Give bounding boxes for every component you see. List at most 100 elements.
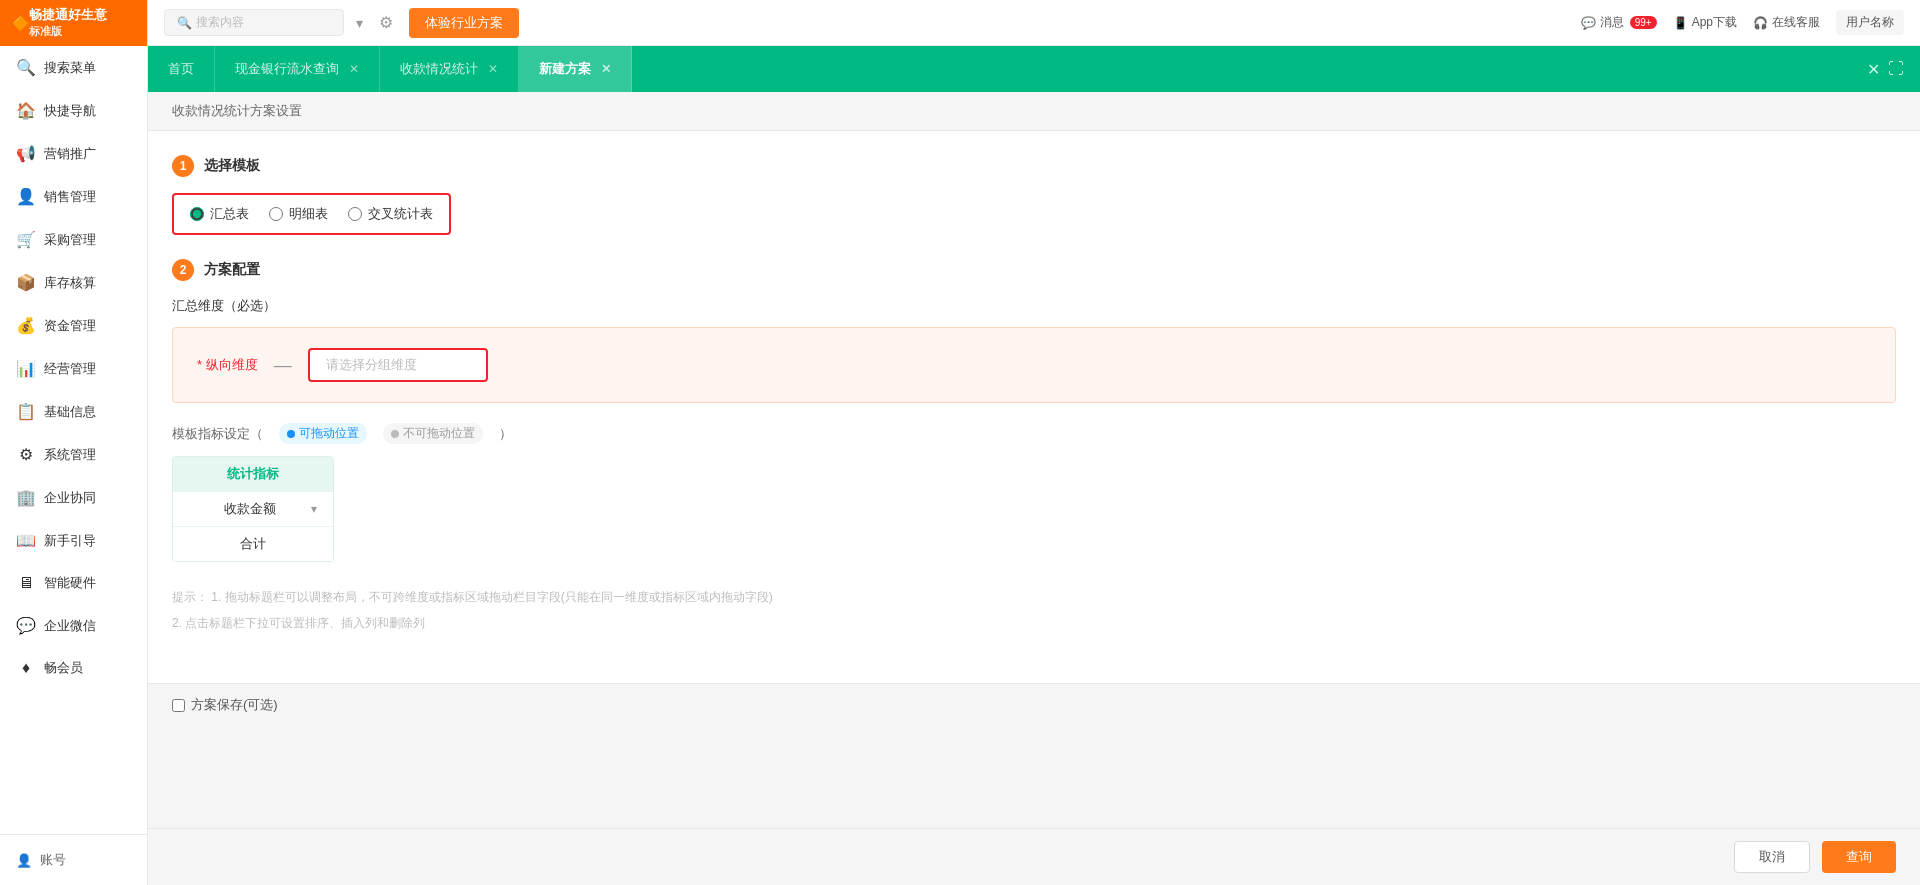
user-info[interactable]: 用户名称 [1836,10,1904,35]
sidebar-icon-1: 🏠 [16,101,36,120]
tabbar: 首页现金银行流水查询✕收款情况统计✕新建方案✕ ✕ ⛶ [148,46,1920,92]
close-tab-icon[interactable]: ✕ [1867,60,1880,79]
download-label: App下载 [1692,14,1737,31]
can-drag-badge: 可拖动位置 [279,423,367,444]
query-button[interactable]: 查询 [1822,841,1896,873]
metrics-amount-label: 收款金额 [189,500,311,518]
radio-detail-label: 明细表 [289,205,328,223]
sidebar-item-2[interactable]: 📢 营销推广 [0,132,147,175]
sidebar-item-9[interactable]: ⚙ 系统管理 [0,433,147,476]
metrics-dropdown-icon[interactable]: ▾ [311,502,317,516]
sidebar-icon-0: 🔍 [16,58,36,77]
user-label: 用户名称 [1846,15,1894,29]
metrics-row-total[interactable]: 合计 [173,526,333,561]
search-box[interactable]: 🔍 搜索内容 [164,9,344,36]
sidebar-item-5[interactable]: 📦 库存核算 [0,261,147,304]
step1-block: 1 选择模板 汇总表 明细表 交叉统计表 [172,155,1896,235]
radio-cross-input[interactable] [348,207,362,221]
sidebar-item-4[interactable]: 🛒 采购管理 [0,218,147,261]
tab-1[interactable]: 现金银行流水查询✕ [215,46,380,92]
save-checkbox-label[interactable]: 方案保存(可选) [172,696,278,714]
download-icon: 📱 [1673,16,1688,30]
step1-num: 1 [172,155,194,177]
radio-detail-input[interactable] [269,207,283,221]
content-area: 收款情况统计方案设置 1 选择模板 汇总表 明细表 [148,92,1920,828]
sidebar-item-12[interactable]: 🖥 智能硬件 [0,562,147,604]
dimension-row: * 纵向维度 — 请选择分组维度 [197,348,1871,382]
tab-actions: ✕ ⛶ [1851,46,1920,92]
app-edition: 标准版 [29,25,62,37]
sidebar-label-6: 资金管理 [44,317,96,335]
can-drag-dot [287,430,295,438]
metrics-label-prefix: 模板指标设定（ [172,425,263,443]
sidebar-icon-10: 🏢 [16,488,36,507]
sidebar-item-6[interactable]: 💰 资金管理 [0,304,147,347]
search-icon: 🔍 [177,16,192,30]
tab-2[interactable]: 收款情况统计✕ [380,46,519,92]
sidebar-icon-3: 👤 [16,187,36,206]
sidebar-item-0[interactable]: 🔍 搜索菜单 [0,46,147,89]
tab-3[interactable]: 新建方案✕ [519,46,632,92]
metrics-table-header: 统计指标 [173,457,333,491]
metrics-table: 统计指标 收款金额 ▾ 合计 [172,456,334,562]
message-icon: 💬 [1581,16,1596,30]
save-option-label: 方案保存(可选) [191,696,278,714]
sidebar-item-13[interactable]: 💬 企业微信 [0,604,147,647]
sidebar-label-0: 搜索菜单 [44,59,96,77]
metrics-header-label: 统计指标 [227,466,279,481]
metrics-row-amount[interactable]: 收款金额 ▾ [173,491,333,526]
sidebar-label-12: 智能硬件 [44,574,96,592]
sidebar-item-10[interactable]: 🏢 企业协同 [0,476,147,519]
bottom-bar: 取消 查询 [148,828,1920,885]
step2-header: 2 方案配置 [172,259,1896,281]
sidebar-label-13: 企业微信 [44,617,96,635]
tab-close-3[interactable]: ✕ [601,62,611,76]
save-checkbox[interactable] [172,699,185,712]
tab-close-1[interactable]: ✕ [349,62,359,76]
dimension-select[interactable]: 请选择分组维度 [308,348,488,382]
can-drag-label: 可拖动位置 [299,425,359,442]
sidebar-item-1[interactable]: 🏠 快捷导航 [0,89,147,132]
sidebar-item-14[interactable]: ♦ 畅会员 [0,647,147,689]
sidebar-item-11[interactable]: 📖 新手引导 [0,519,147,562]
tips-area: 提示： 1. 拖动标题栏可以调整布局，不可跨维度或指标区域拖动栏目字段(只能在同… [172,585,1896,635]
dimension-section-label: 汇总维度（必选） [172,297,1896,315]
message-item[interactable]: 💬 消息 99+ [1581,14,1657,31]
trial-btn[interactable]: 体验行业方案 [409,8,519,38]
service-item[interactable]: 🎧 在线客服 [1753,14,1820,31]
sidebar-icon-13: 💬 [16,616,36,635]
sidebar-bottom-help[interactable]: 👤 账号 [0,843,147,877]
tab-close-2[interactable]: ✕ [488,62,498,76]
sidebar: 🔶 畅捷通好生意 标准版 🔍 搜索菜单 🏠 快捷导航 📢 营销推广 👤 销售管理… [0,0,148,885]
sidebar-item-7[interactable]: 📊 经营管理 [0,347,147,390]
radio-summary[interactable]: 汇总表 [190,205,249,223]
radio-detail[interactable]: 明细表 [269,205,328,223]
topbar-right: 💬 消息 99+ 📱 App下载 🎧 在线客服 用户名称 [1581,10,1904,35]
dropdown-arrow[interactable]: ▾ [356,15,363,31]
step2-block: 2 方案配置 汇总维度（必选） * 纵向维度 — 请选择分组维度 [172,259,1896,635]
sidebar-icon-5: 📦 [16,273,36,292]
expand-icon[interactable]: ⛶ [1888,60,1904,78]
sidebar-icon-4: 🛒 [16,230,36,249]
main-area: 🔍 搜索内容 ▾ ⚙ 体验行业方案 💬 消息 99+ 📱 App下载 🎧 在线客… [148,0,1920,885]
radio-summary-input[interactable] [190,207,204,221]
cancel-button[interactable]: 取消 [1734,841,1810,873]
sidebar-item-3[interactable]: 👤 销售管理 [0,175,147,218]
radio-cross[interactable]: 交叉统计表 [348,205,433,223]
step1-header: 1 选择模板 [172,155,1896,177]
sidebar-icon-14: ♦ [16,659,36,677]
search-placeholder: 搜索内容 [196,14,244,31]
sidebar-label-8: 基础信息 [44,403,96,421]
logo-icon: 🔶 [12,15,29,31]
sidebar-icon-2: 📢 [16,144,36,163]
dimension-placeholder: 请选择分组维度 [326,357,417,372]
metrics-label-suffix: ） [499,425,512,443]
gear-icon[interactable]: ⚙ [379,13,393,32]
download-item[interactable]: 📱 App下载 [1673,14,1737,31]
tip-line1: 提示： 1. 拖动标题栏可以调整布局，不可跨维度或指标区域拖动栏目字段(只能在同… [172,585,1896,609]
sidebar-label-14: 畅会员 [44,659,83,677]
sidebar-item-8[interactable]: 📋 基础信息 [0,390,147,433]
tab-0[interactable]: 首页 [148,46,215,92]
template-select-box: 汇总表 明细表 交叉统计表 [172,193,451,235]
sidebar-label-5: 库存核算 [44,274,96,292]
